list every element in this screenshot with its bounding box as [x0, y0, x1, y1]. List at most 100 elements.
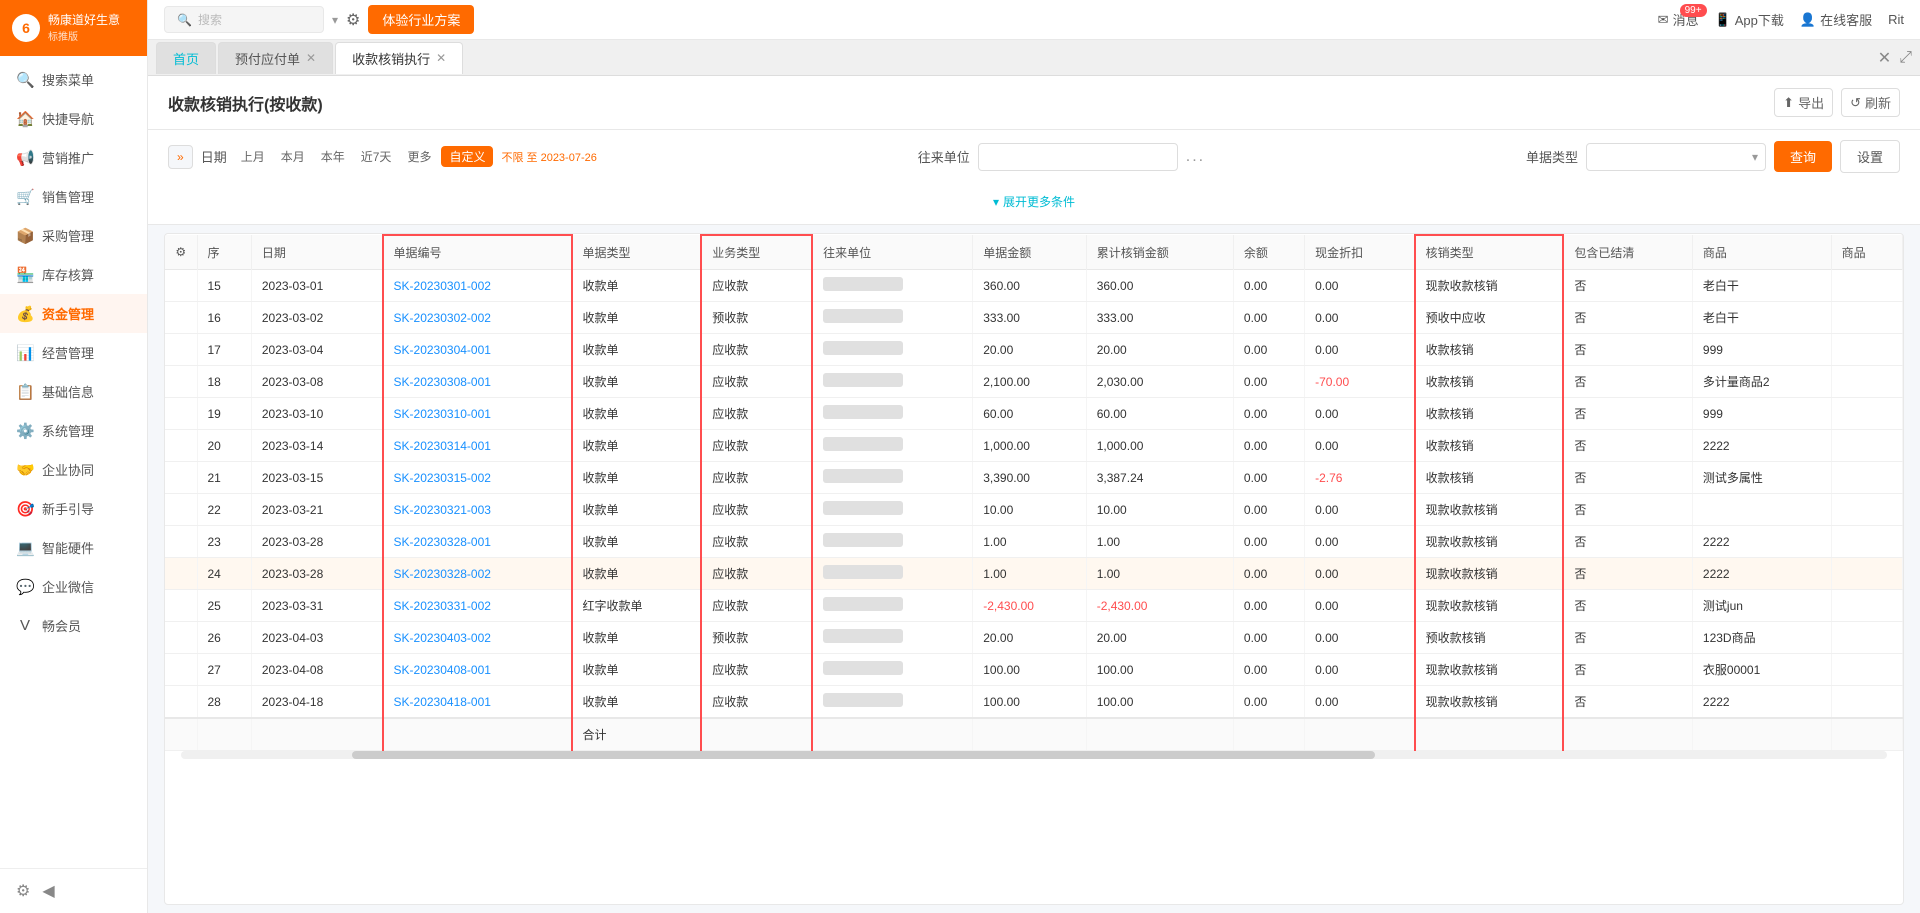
- voucher-link[interactable]: SK-20230408-001: [394, 663, 491, 677]
- col-goods2: [1831, 462, 1902, 494]
- voucher-link[interactable]: SK-20230321-003: [394, 503, 491, 517]
- voucher-link[interactable]: SK-20230331-002: [394, 599, 491, 613]
- sidebar-item-nav[interactable]: 🏠快捷导航: [0, 99, 147, 138]
- tab-prepay-close-icon[interactable]: ✕: [306, 51, 316, 65]
- sidebar-item-sales[interactable]: 🛒销售管理: [0, 177, 147, 216]
- voucher-link[interactable]: SK-20230301-002: [394, 279, 491, 293]
- sidebar-item-member[interactable]: V畅会员: [0, 606, 147, 645]
- table-scrollbar[interactable]: [181, 751, 1887, 759]
- tab-expand-icon[interactable]: ⤢: [1899, 49, 1912, 67]
- voucher-link[interactable]: SK-20230315-002: [394, 471, 491, 485]
- message-button[interactable]: ✉ 消息 99+: [1658, 10, 1699, 29]
- col-amount: 60.00: [973, 398, 1086, 430]
- user-name[interactable]: Rit: [1888, 12, 1904, 27]
- filter-voucher-type-input[interactable]: [1586, 143, 1766, 171]
- col-cash-discount: 0.00: [1305, 430, 1415, 462]
- col-include-cleared: 否: [1563, 558, 1692, 590]
- col-cash-discount: 0.00: [1305, 270, 1415, 302]
- col-settings-cell: [165, 526, 197, 558]
- col-total-writeoff: 360.00: [1086, 270, 1233, 302]
- refresh-button[interactable]: ↺ 刷新: [1841, 88, 1900, 117]
- collapse-icon[interactable]: ◀: [42, 881, 54, 901]
- voucher-link[interactable]: SK-20230403-002: [394, 631, 491, 645]
- online-service-button[interactable]: 👤 在线客服: [1800, 10, 1872, 29]
- sidebar-item-guide[interactable]: 🎯新手引导: [0, 489, 147, 528]
- sidebar-item-enterprise[interactable]: 🤝企业协同: [0, 450, 147, 489]
- col-include-cleared: 否: [1563, 270, 1692, 302]
- voucher-link[interactable]: SK-20230310-001: [394, 407, 491, 421]
- col-date: 2023-03-10: [251, 398, 382, 430]
- voucher-link[interactable]: SK-20230418-001: [394, 695, 491, 709]
- export-button[interactable]: ⬆ 导出: [1774, 88, 1833, 117]
- sidebar-item-system[interactable]: ⚙️系统管理: [0, 411, 147, 450]
- col-date: 2023-03-01: [251, 270, 382, 302]
- sidebar-item-stock[interactable]: 🏪库存核算: [0, 255, 147, 294]
- col-amount: 1,000.00: [973, 430, 1086, 462]
- col-goods: 123D商品: [1692, 622, 1831, 654]
- col-date: 2023-03-02: [251, 302, 382, 334]
- col-total-writeoff: 1.00: [1086, 526, 1233, 558]
- sidebar-item-operation[interactable]: 📊经营管理: [0, 333, 147, 372]
- col-settings-cell: [165, 270, 197, 302]
- col-goods2: [1831, 398, 1902, 430]
- topbar: 🔍 搜索 ▾ ⚙ 体验行业方案 ✉ 消息 99+ 📱 App下载 👤 在线客服 …: [148, 0, 1920, 40]
- tab-close-all-icon[interactable]: ✕: [1878, 48, 1891, 68]
- tab-prepay[interactable]: 预付应付单 ✕: [218, 42, 333, 74]
- filter-custom-button[interactable]: 自定义: [441, 146, 493, 167]
- sidebar-item-search[interactable]: 🔍搜索菜单: [0, 60, 147, 99]
- filter-partner-input[interactable]: [978, 143, 1178, 171]
- sidebar-item-wechat[interactable]: 💬企业微信: [0, 567, 147, 606]
- filter-date-last-month[interactable]: 上月: [235, 146, 271, 167]
- table-row: 22 2023-03-21 SK-20230321-003 收款单 应收款 10…: [165, 494, 1903, 526]
- app-download-button[interactable]: 📱 App下载: [1715, 10, 1784, 29]
- data-table: ⚙ 序 日期 单据编号 单据类型 业务类型 往来单位 单据金额 累计核销金额 余…: [165, 234, 1903, 751]
- col-include-cleared: 否: [1563, 334, 1692, 366]
- voucher-link[interactable]: SK-20230302-002: [394, 311, 491, 325]
- col-goods: 测试jun: [1692, 590, 1831, 622]
- sidebar-item-finance[interactable]: 💰资金管理: [0, 294, 147, 333]
- filter-settings-button[interactable]: 设置: [1840, 140, 1900, 173]
- tab-collection[interactable]: 收款核销执行 ✕: [335, 42, 463, 74]
- sidebar-item-basic[interactable]: 📋基础信息: [0, 372, 147, 411]
- col-include-cleared: 否: [1563, 654, 1692, 686]
- filter-date-this-month[interactable]: 本月: [275, 146, 311, 167]
- col-voucher-type: 收款单: [572, 494, 702, 526]
- col-voucher-type: 收款单: [572, 558, 702, 590]
- col-header-settings[interactable]: ⚙: [165, 235, 197, 270]
- table-row: 15 2023-03-01 SK-20230301-002 收款单 应收款 36…: [165, 270, 1903, 302]
- voucher-link[interactable]: SK-20230304-001: [394, 343, 491, 357]
- filter-date-7days[interactable]: 近7天: [355, 146, 398, 167]
- topbar-search-box[interactable]: 🔍 搜索: [164, 6, 324, 33]
- settings-bottom-icon[interactable]: ⚙: [16, 881, 30, 901]
- nav-icon: 🏠: [16, 110, 34, 128]
- col-cash-discount: 0.00: [1305, 558, 1415, 590]
- filter-query-button[interactable]: 查询: [1774, 141, 1832, 172]
- filter-date-this-year[interactable]: 本年: [315, 146, 351, 167]
- voucher-link[interactable]: SK-20230328-001: [394, 535, 491, 549]
- sidebar-item-marketing[interactable]: 📢营销推广: [0, 138, 147, 177]
- voucher-link[interactable]: SK-20230308-001: [394, 375, 491, 389]
- page-title: 收款核销执行(按收款): [168, 91, 323, 115]
- col-partner: [812, 430, 973, 462]
- filter-date-more[interactable]: 更多: [401, 146, 437, 167]
- col-biz-type: 应收款: [701, 590, 812, 622]
- col-settings-cell: [165, 302, 197, 334]
- tab-home[interactable]: 首页: [156, 42, 216, 74]
- topbar-gear-icon[interactable]: ⚙: [346, 10, 360, 30]
- sidebar-item-purchase[interactable]: 📦采购管理: [0, 216, 147, 255]
- col-writeoff-type: 现款收款核销: [1415, 270, 1564, 302]
- table-scrollbar-thumb[interactable]: [352, 751, 1376, 759]
- voucher-link[interactable]: SK-20230328-002: [394, 567, 491, 581]
- col-goods: 2222: [1692, 526, 1831, 558]
- solution-button[interactable]: 体验行业方案: [368, 5, 474, 34]
- basic-icon: 📋: [16, 383, 34, 401]
- sidebar-item-hardware[interactable]: 💻智能硬件: [0, 528, 147, 567]
- col-voucher-no: SK-20230403-002: [383, 622, 572, 654]
- filter-expand-button[interactable]: »: [168, 145, 193, 169]
- col-goods: 2222: [1692, 686, 1831, 719]
- filter-date-label: 日期: [201, 147, 227, 166]
- voucher-link[interactable]: SK-20230314-001: [394, 439, 491, 453]
- tab-collection-close-icon[interactable]: ✕: [436, 51, 446, 65]
- filter-expand-more[interactable]: ▾ 展开更多条件: [168, 189, 1900, 214]
- col-include-cleared: 否: [1563, 526, 1692, 558]
